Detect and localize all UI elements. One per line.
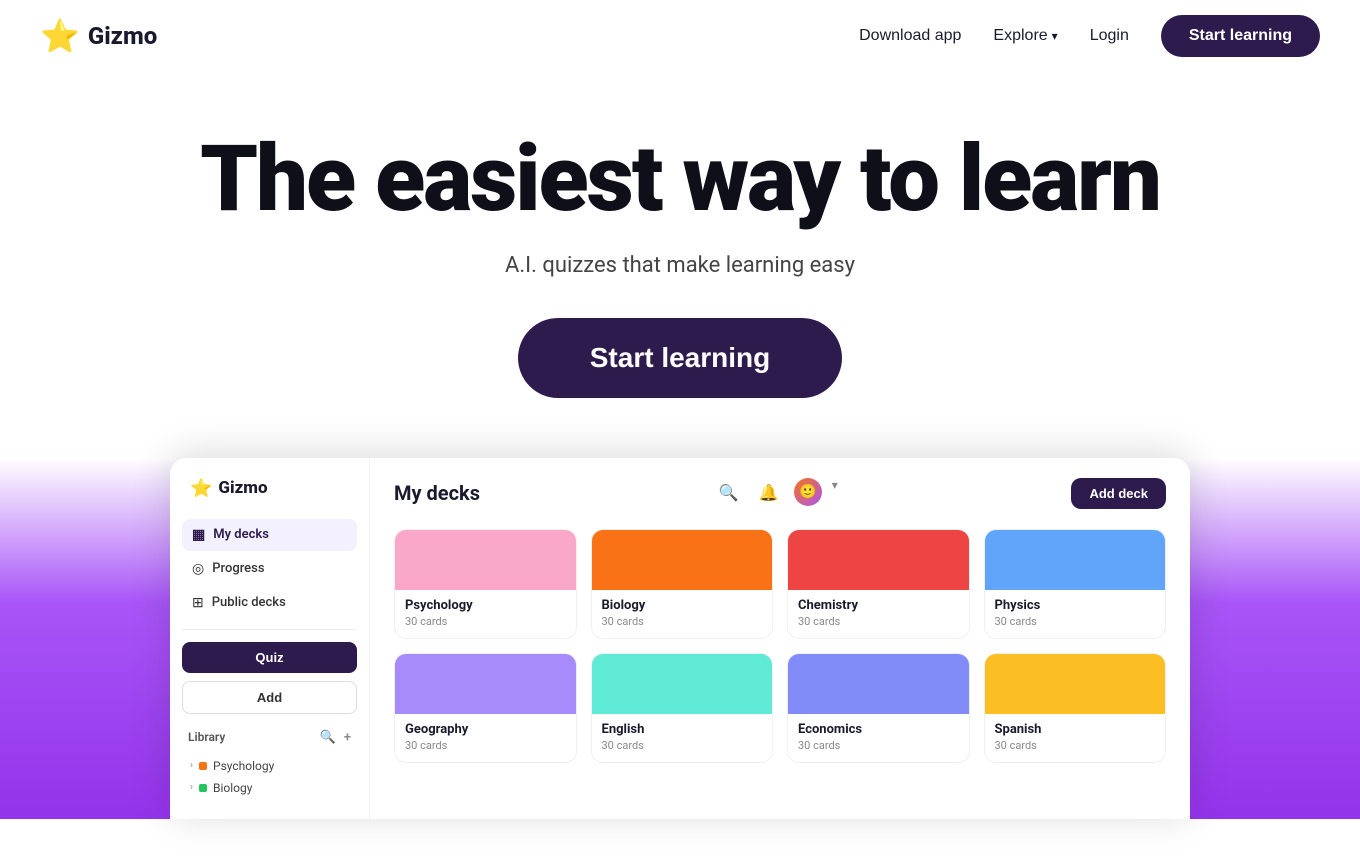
chevron-down-icon: ▾: [1052, 29, 1058, 43]
main-section-title: My decks: [394, 481, 480, 505]
download-app-link[interactable]: Download app: [859, 27, 961, 45]
deck-name-biology: Biology: [602, 598, 763, 613]
avatar-chevron-icon[interactable]: ▾: [832, 478, 838, 508]
library-item-biology-label: Biology: [213, 781, 252, 795]
deck-card-english[interactable]: English 30 cards: [591, 653, 774, 763]
add-icon[interactable]: +: [344, 730, 351, 745]
hero-subtitle: A.I. quizzes that make learning easy: [40, 253, 1320, 278]
sidebar-item-mydecks[interactable]: ▦ My decks: [182, 519, 357, 551]
deck-name-spanish: Spanish: [995, 722, 1156, 737]
app-preview-wrapper: ⭐ Gizmo ▦ My decks ◎ Progress ⊞ Public d…: [0, 458, 1360, 819]
sidebar-library-item-psychology[interactable]: › Psychology: [182, 755, 357, 777]
deck-card-spanish[interactable]: Spanish 30 cards: [984, 653, 1167, 763]
app-search-button[interactable]: 🔍: [714, 478, 744, 508]
hero-title: The easiest way to learn: [40, 132, 1320, 229]
logo[interactable]: ⭐ Gizmo: [40, 17, 157, 55]
decks-grid: Psychology 30 cards Biology 30 cards Che…: [394, 529, 1166, 763]
sidebar-action-buttons: Quiz Add: [182, 642, 357, 714]
deck-card-geography[interactable]: Geography 30 cards: [394, 653, 577, 763]
progress-icon: ◎: [192, 561, 204, 577]
nav-links: Download app Explore ▾ Login Start learn…: [859, 15, 1320, 57]
sidebar-logo-star-icon: ⭐: [190, 478, 212, 499]
deck-color-spanish: [985, 654, 1166, 714]
deck-count-chemistry: 30 cards: [798, 615, 959, 628]
sidebar-quiz-button[interactable]: Quiz: [182, 642, 357, 673]
sidebar-item-publicdecks[interactable]: ⊞ Public decks: [182, 587, 357, 619]
deck-count-biology: 30 cards: [602, 615, 763, 628]
deck-color-economics: [788, 654, 969, 714]
app-user-avatar[interactable]: 🙂: [794, 478, 822, 506]
deck-card-biology[interactable]: Biology 30 cards: [591, 529, 774, 639]
library-header-icons[interactable]: 🔍 +: [320, 730, 351, 745]
logo-star-icon: ⭐: [40, 17, 80, 55]
deck-color-english: [592, 654, 773, 714]
app-main-header: My decks 🔍 🔔 🙂 ▾ Add deck: [394, 478, 1166, 509]
deck-color-biology: [592, 530, 773, 590]
deck-card-physics[interactable]: Physics 30 cards: [984, 529, 1167, 639]
deck-name-english: English: [602, 722, 763, 737]
library-item-psychology-label: Psychology: [213, 759, 274, 773]
deck-card-economics[interactable]: Economics 30 cards: [787, 653, 970, 763]
sidebar-item-progress-label: Progress: [212, 561, 264, 576]
decks-icon: ▦: [192, 527, 205, 543]
search-icon[interactable]: 🔍: [320, 730, 336, 745]
deck-name-physics: Physics: [995, 598, 1156, 613]
login-link[interactable]: Login: [1090, 27, 1129, 45]
deck-count-economics: 30 cards: [798, 739, 959, 752]
sidebar-item-publicdecks-label: Public decks: [212, 595, 286, 610]
app-preview: ⭐ Gizmo ▦ My decks ◎ Progress ⊞ Public d…: [170, 458, 1190, 819]
sidebar-library-header: Library 🔍 +: [182, 726, 357, 749]
app-notifications-button[interactable]: 🔔: [754, 478, 784, 508]
library-label: Library: [188, 730, 225, 744]
deck-count-english: 30 cards: [602, 739, 763, 752]
app-main-content: My decks 🔍 🔔 🙂 ▾ Add deck Psycholo: [370, 458, 1190, 819]
deck-name-psychology: Psychology: [405, 598, 566, 613]
app-sidebar: ⭐ Gizmo ▦ My decks ◎ Progress ⊞ Public d…: [170, 458, 370, 819]
navbar: ⭐ Gizmo Download app Explore ▾ Login Sta…: [0, 0, 1360, 72]
deck-card-chemistry[interactable]: Chemistry 30 cards: [787, 529, 970, 639]
deck-color-geography: [395, 654, 576, 714]
public-decks-icon: ⊞: [192, 595, 204, 611]
deck-color-chemistry: [788, 530, 969, 590]
deck-color-psychology: [395, 530, 576, 590]
app-sidebar-logo[interactable]: ⭐ Gizmo: [182, 478, 357, 499]
hero-section: The easiest way to learn A.I. quizzes th…: [0, 72, 1360, 458]
add-deck-button[interactable]: Add deck: [1071, 478, 1166, 509]
deck-count-psychology: 30 cards: [405, 615, 566, 628]
deck-name-chemistry: Chemistry: [798, 598, 959, 613]
deck-count-spanish: 30 cards: [995, 739, 1156, 752]
sidebar-item-mydecks-label: My decks: [213, 527, 269, 542]
explore-link[interactable]: Explore ▾: [993, 27, 1057, 45]
sidebar-add-button[interactable]: Add: [182, 681, 357, 714]
psychology-color-dot: [199, 762, 207, 770]
hero-start-learning-button[interactable]: Start learning: [518, 318, 842, 398]
biology-color-dot: [199, 784, 207, 792]
nav-start-learning-button[interactable]: Start learning: [1161, 15, 1320, 57]
sidebar-library-item-biology[interactable]: › Biology: [182, 777, 357, 799]
deck-name-economics: Economics: [798, 722, 959, 737]
sidebar-item-progress[interactable]: ◎ Progress: [182, 553, 357, 585]
deck-name-geography: Geography: [405, 722, 566, 737]
sidebar-logo-text: Gizmo: [218, 478, 267, 498]
deck-count-geography: 30 cards: [405, 739, 566, 752]
logo-text: Gizmo: [88, 22, 157, 50]
deck-card-psychology[interactable]: Psychology 30 cards: [394, 529, 577, 639]
deck-count-physics: 30 cards: [995, 615, 1156, 628]
deck-color-physics: [985, 530, 1166, 590]
